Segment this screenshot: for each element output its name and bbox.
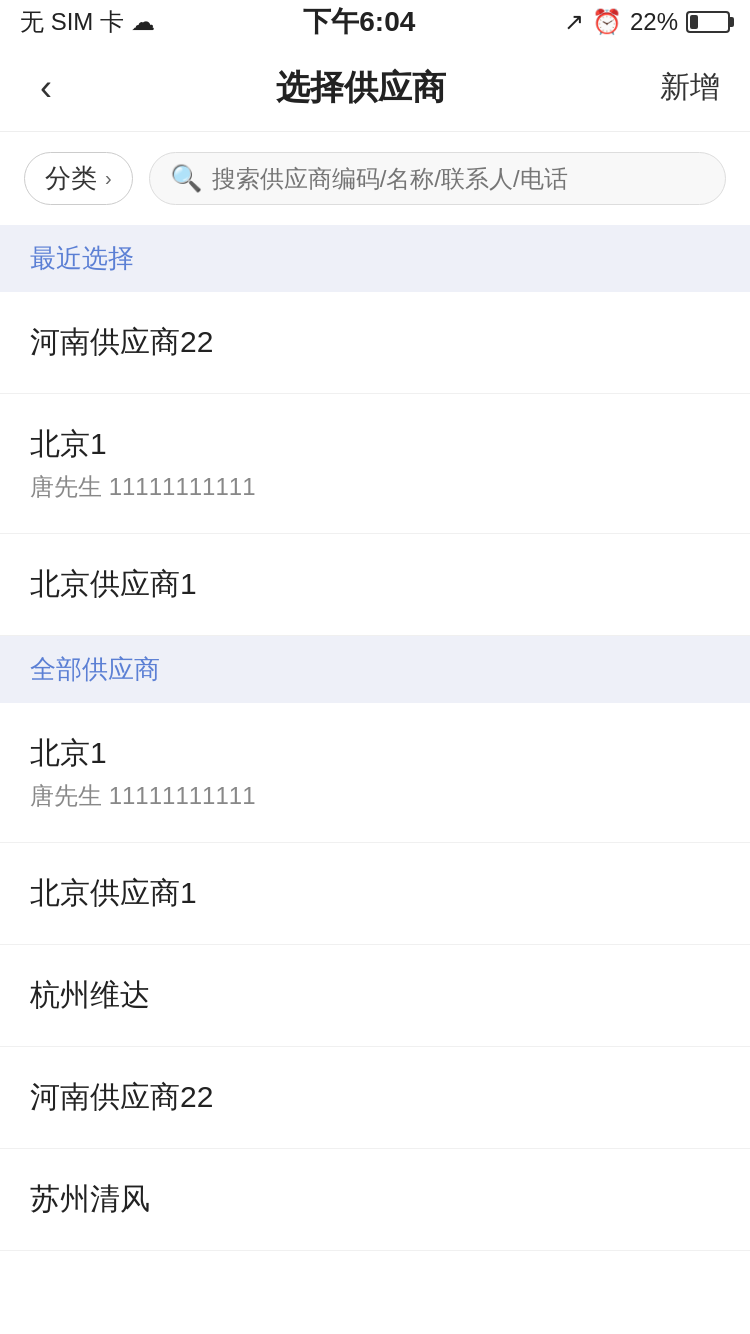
location-icon: ↗ — [564, 8, 584, 36]
back-button[interactable]: ‹ — [30, 57, 62, 119]
search-box: 🔍 — [149, 152, 726, 205]
list-item[interactable]: 河南供应商22 — [0, 292, 750, 394]
recent-list: 河南供应商22 北京1 唐先生 11111111111 北京供应商1 — [0, 292, 750, 636]
item-name: 北京供应商1 — [30, 873, 720, 914]
chevron-right-icon: › — [105, 167, 112, 190]
alarm-icon: ⏰ — [592, 8, 622, 36]
status-bar: 无 SIM 卡 ☁ 下午6:04 ↗ ⏰ 22% — [0, 0, 750, 44]
recent-section-header: 最近选择 — [0, 225, 750, 292]
list-item[interactable]: 北京1 唐先生 11111111111 — [0, 703, 750, 843]
battery-percent: 22% — [630, 8, 678, 36]
list-item[interactable]: 北京供应商1 — [0, 843, 750, 945]
sim-text: 无 SIM 卡 ☁ — [20, 6, 155, 38]
new-action-button[interactable]: 新增 — [660, 67, 720, 108]
item-sub: 唐先生 11111111111 — [30, 471, 720, 503]
item-name: 河南供应商22 — [30, 1077, 720, 1118]
nav-bar: ‹ 选择供应商 新增 — [0, 44, 750, 132]
status-right: ↗ ⏰ 22% — [564, 8, 730, 36]
filter-bar: 分类 › 🔍 — [0, 132, 750, 225]
category-label: 分类 — [45, 161, 97, 196]
all-list: 北京1 唐先生 11111111111 北京供应商1 杭州维达河南供应商22 苏州清… — [0, 703, 750, 1251]
item-name: 北京1 — [30, 733, 720, 774]
item-name: 河南供应商22 — [30, 322, 720, 363]
item-name: 北京1 — [30, 424, 720, 465]
status-left: 无 SIM 卡 ☁ — [20, 6, 155, 38]
item-name: 苏州清风 — [30, 1179, 720, 1220]
page-title: 选择供应商 — [276, 65, 446, 111]
battery-icon — [686, 11, 730, 33]
list-item[interactable]: 河南供应商22 — [0, 1047, 750, 1149]
list-item[interactable]: 苏州清风 — [0, 1149, 750, 1251]
all-section-header: 全部供应商 — [0, 636, 750, 703]
category-filter-button[interactable]: 分类 › — [24, 152, 133, 205]
item-name: 杭州维达 — [30, 975, 720, 1016]
status-time: 下午6:04 — [303, 3, 415, 41]
item-name: 北京供应商1 — [30, 564, 720, 605]
item-sub: 唐先生 11111111111 — [30, 780, 720, 812]
list-item[interactable]: 杭州维达 — [0, 945, 750, 1047]
search-input[interactable] — [212, 165, 705, 193]
list-item[interactable]: 北京1 唐先生 11111111111 — [0, 394, 750, 534]
search-icon: 🔍 — [170, 163, 202, 194]
list-item[interactable]: 北京供应商1 — [0, 534, 750, 636]
